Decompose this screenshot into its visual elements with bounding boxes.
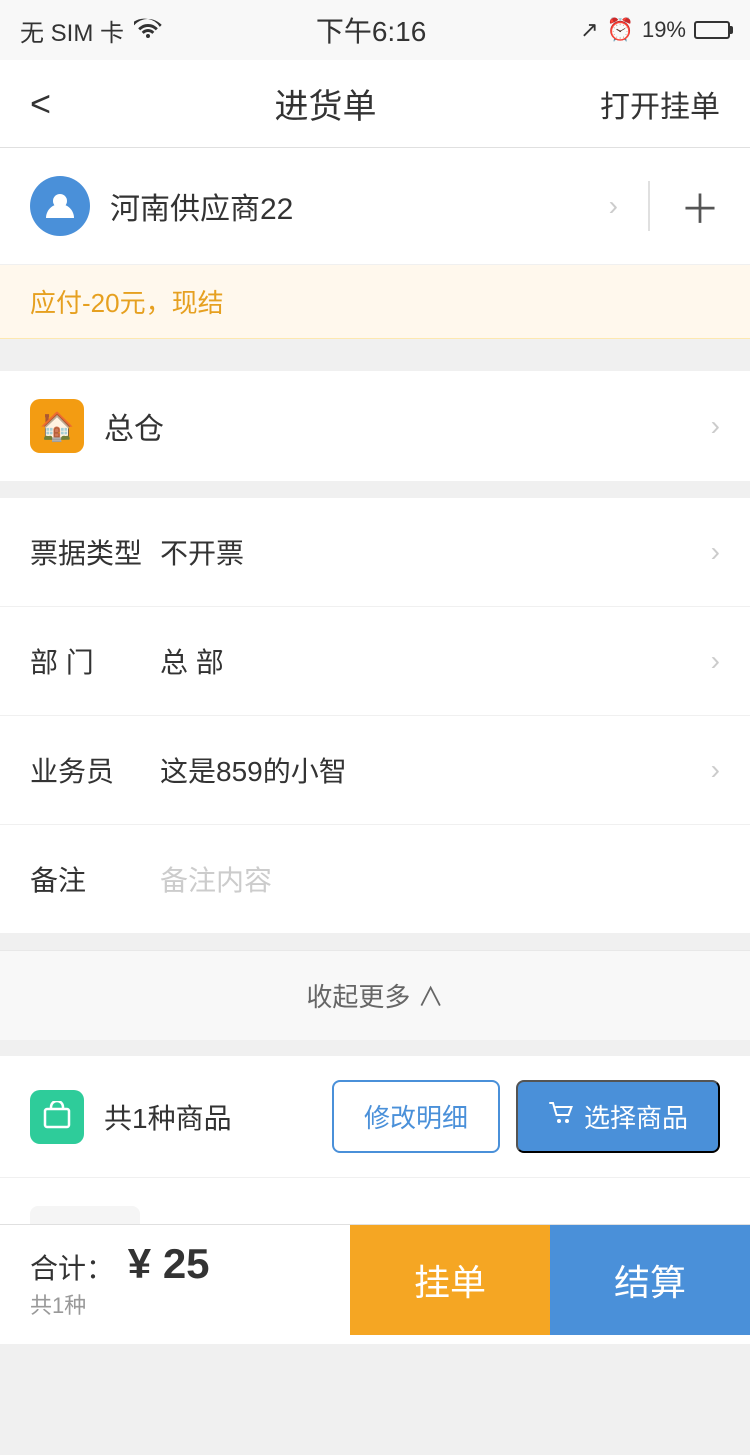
warehouse-icon: 🏠: [30, 399, 84, 453]
supplier-name: 河南供应商22: [110, 184, 609, 228]
checkout-button[interactable]: 结算: [550, 1225, 750, 1335]
total-amount: ¥ 25: [128, 1240, 210, 1287]
cart-icon: [548, 1101, 576, 1132]
select-product-button[interactable]: 选择商品: [516, 1080, 720, 1153]
warehouse-row[interactable]: 🏠 总仓 ›: [0, 355, 750, 482]
invoice-type-row[interactable]: 票据类型 不开票 ›: [0, 498, 750, 607]
collapse-button[interactable]: 收起更多 ∧: [306, 982, 443, 1012]
warehouse-card: 🏠 总仓 ›: [0, 355, 750, 482]
add-supplier-button[interactable]: ＋: [680, 177, 720, 235]
remark-label: 备注: [30, 859, 160, 899]
total-section: 合计： ¥ 25 共1种: [0, 1240, 350, 1320]
total-label: 合计：: [30, 1253, 114, 1284]
status-bar-right: ↗ ⏰ 19%: [580, 17, 730, 43]
salesperson-label: 业务员: [30, 750, 160, 790]
alarm-icon: ⏰: [607, 17, 634, 43]
invoice-type-label: 票据类型: [30, 532, 160, 572]
products-count: 共1种商品: [104, 1097, 332, 1137]
status-bar: 无 SIM 卡 下午6:16 ↗ ⏰ 19%: [0, 0, 750, 60]
salesperson-row[interactable]: 业务员 这是859的小智 ›: [0, 716, 750, 825]
status-time: 下午6:16: [316, 10, 427, 50]
battery-percentage: 19%: [642, 17, 686, 43]
back-button[interactable]: <: [30, 83, 51, 125]
nav-bar: < 进货单 打开挂单: [0, 60, 750, 148]
remark-row[interactable]: 备注 备注内容: [0, 825, 750, 934]
battery-icon: [694, 21, 730, 39]
products-icon: [30, 1090, 84, 1144]
department-label: 部 门: [30, 641, 160, 681]
warehouse-name: 总仓: [104, 404, 711, 448]
spacer: [0, 1345, 750, 1455]
products-header: 共1种商品 修改明细 选择商品: [0, 1056, 750, 1178]
invoice-type-value: 不开票: [160, 532, 711, 572]
supplier-chevron-icon: ›: [609, 190, 618, 222]
form-section: 票据类型 不开票 › 部 门 总 部 › 业务员 这是859的小智 › 备注 备…: [0, 498, 750, 934]
salesperson-value: 这是859的小智: [160, 750, 711, 790]
supplier-card: 河南供应商22 › ＋ 应付-20元，现结: [0, 148, 750, 339]
supplier-row[interactable]: 河南供应商22 › ＋: [0, 148, 750, 265]
payment-info-banner: 应付-20元，现结: [0, 265, 750, 339]
salesperson-chevron-icon: ›: [711, 754, 720, 786]
carrier-text: 无 SIM 卡: [20, 13, 124, 48]
bottom-bar: 合计： ¥ 25 共1种 挂单 结算: [0, 1224, 750, 1334]
department-value: 总 部: [160, 641, 711, 681]
wifi-icon: [134, 16, 162, 45]
remark-placeholder[interactable]: 备注内容: [160, 859, 720, 899]
warehouse-chevron-icon: ›: [711, 410, 720, 442]
department-row[interactable]: 部 门 总 部 ›: [0, 607, 750, 716]
department-chevron-icon: ›: [711, 645, 720, 677]
hang-button[interactable]: 挂单: [350, 1225, 550, 1335]
edit-detail-button[interactable]: 修改明细: [332, 1080, 500, 1153]
total-sub: 共1种: [30, 1288, 320, 1320]
status-bar-left: 无 SIM 卡: [20, 13, 162, 48]
page-title: 进货单: [275, 79, 377, 128]
collapse-row[interactable]: 收起更多 ∧: [0, 950, 750, 1040]
select-product-label: 选择商品: [584, 1098, 688, 1135]
open-hang-button[interactable]: 打开挂单: [600, 82, 720, 126]
supplier-avatar: [30, 176, 90, 236]
payment-info-text: 应付-20元，现结: [30, 288, 224, 318]
invoice-type-chevron-icon: ›: [711, 536, 720, 568]
supplier-divider: [648, 181, 650, 231]
location-icon: ↗: [580, 17, 598, 43]
